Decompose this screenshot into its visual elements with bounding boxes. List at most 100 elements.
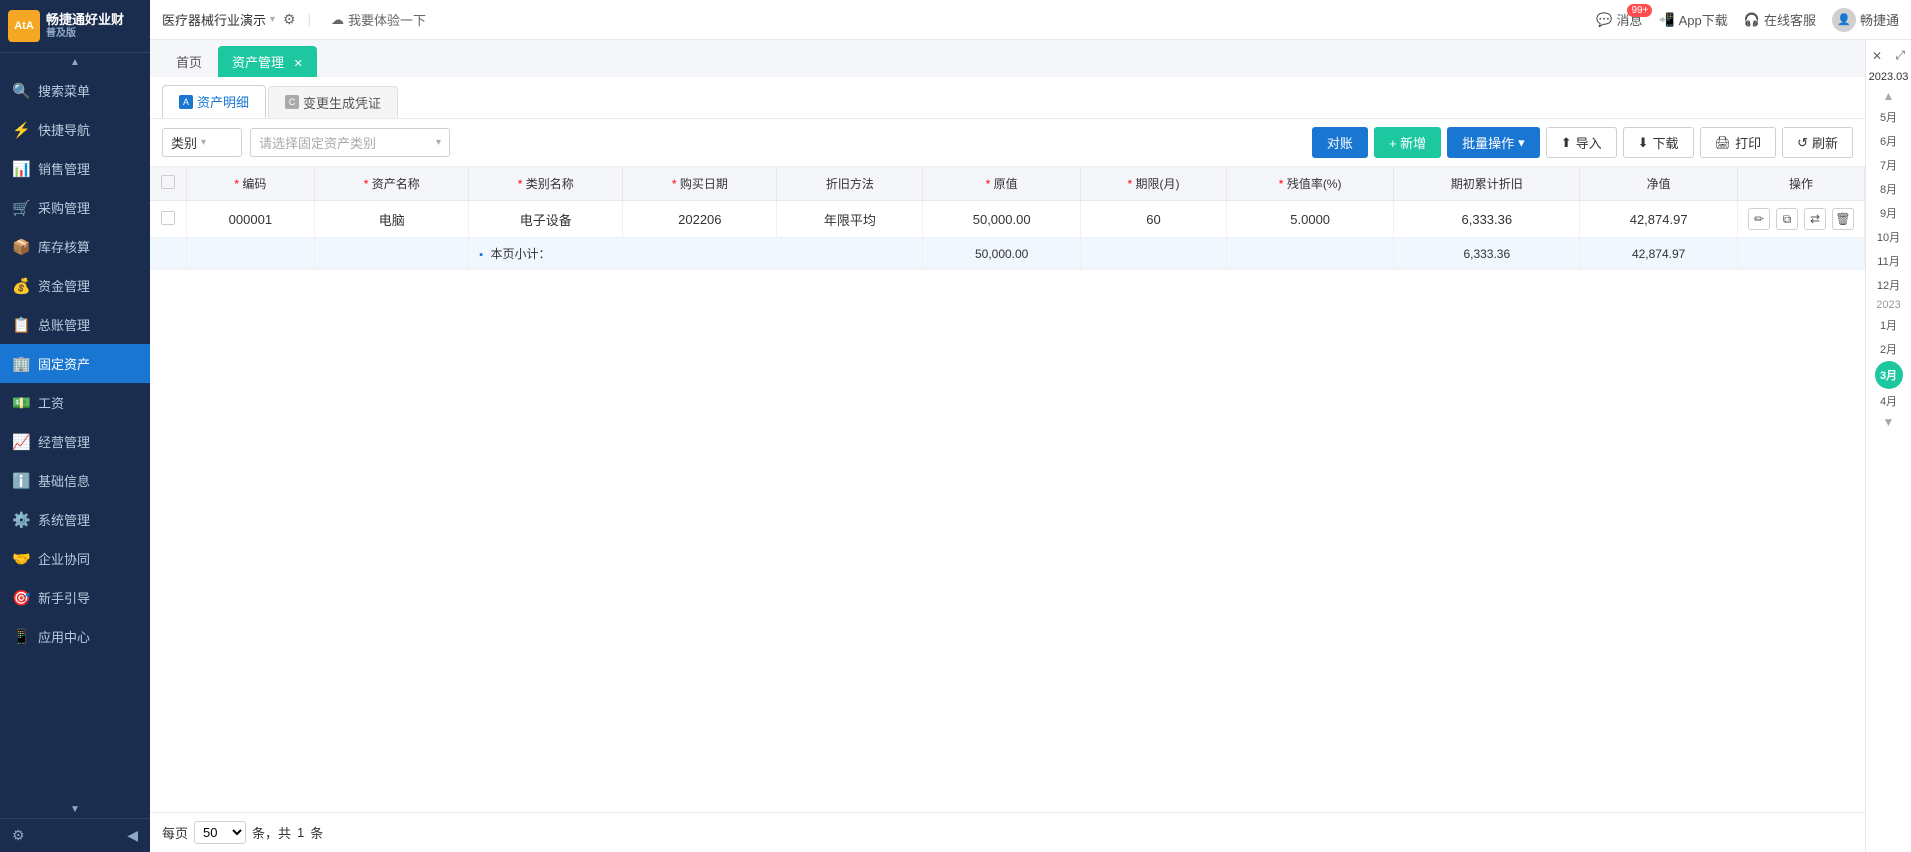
right-sidebar-expand-icon[interactable]: ⤢ xyxy=(1893,46,1907,65)
settings-icon[interactable]: ⚙ xyxy=(12,827,25,844)
sales-icon: 📊 xyxy=(12,160,30,178)
rs-month-10[interactable]: 10月 xyxy=(1866,225,1911,249)
right-sidebar-scroll-up[interactable]: ▲ xyxy=(1881,87,1897,105)
row-ops: ✏ ⧉ ⇄ 🗑 xyxy=(1738,201,1865,238)
row-select-checkbox[interactable] xyxy=(161,211,175,225)
col-original-value: 原值 xyxy=(923,167,1081,201)
rs-month-7[interactable]: 7月 xyxy=(1866,153,1911,177)
transfer-icon[interactable]: ⇄ xyxy=(1804,208,1826,230)
sub-tab-change-voucher[interactable]: C 变更生成凭证 xyxy=(268,86,398,118)
inventory-icon: 📦 xyxy=(12,238,30,256)
batch-arrow-icon: ▾ xyxy=(1518,135,1525,151)
rs-month-11[interactable]: 11月 xyxy=(1866,249,1911,273)
row-category: 电子设备 xyxy=(469,201,623,238)
sidebar-item-basic-info[interactable]: ℹ️ 基础信息 xyxy=(0,461,150,500)
rs-month-6[interactable]: 6月 xyxy=(1866,129,1911,153)
import-button[interactable]: ⬆ 导入 xyxy=(1546,127,1617,158)
subtotal-accumulated: 6,333.36 xyxy=(1394,238,1580,270)
rs-month-5[interactable]: 5月 xyxy=(1866,105,1911,129)
sidebar-nav: 🔍 搜索菜单 ⚡ 快捷导航 📊 销售管理 🛒 采购管理 📦 库存核算 💰 资金管… xyxy=(0,71,150,800)
topbar-gear-icon[interactable]: ⚙ xyxy=(283,11,296,28)
copy-icon[interactable]: ⧉ xyxy=(1776,208,1798,230)
sidebar-item-app-center[interactable]: 📱 应用中心 xyxy=(0,617,150,656)
logo-icon: AtA xyxy=(8,10,40,42)
rs-month-2[interactable]: 2月 xyxy=(1866,337,1911,361)
col-purchase-date: 购买日期 xyxy=(623,167,777,201)
new-button[interactable]: + 新增 xyxy=(1374,127,1441,158)
row-accumulated-depreciation: 6,333.36 xyxy=(1394,201,1580,238)
delete-icon[interactable]: 🗑 xyxy=(1832,208,1854,230)
sidebar-item-system[interactable]: ⚙️ 系统管理 xyxy=(0,500,150,539)
rs-month-3-active[interactable]: 3月 xyxy=(1875,361,1903,389)
company-selector[interactable]: 医疗器械行业演示 ▾ xyxy=(162,10,275,29)
message-button[interactable]: 💬 消息 99+ xyxy=(1596,10,1642,29)
select-all-checkbox[interactable] xyxy=(161,175,175,189)
sidebar-item-ledger[interactable]: 📋 总账管理 xyxy=(0,305,150,344)
tab-asset-management[interactable]: 资产管理 ✕ xyxy=(218,46,317,77)
right-sidebar-year: 2023.03 xyxy=(1867,67,1911,87)
sidebar-item-inventory[interactable]: 📦 库存核算 xyxy=(0,227,150,266)
rs-month-8[interactable]: 8月 xyxy=(1866,177,1911,201)
main-area: 医疗器械行业演示 ▾ ⚙ | ☁ 我要体验一下 💬 消息 99+ 📲 App下载… xyxy=(150,0,1911,852)
refresh-button[interactable]: ↺ 刷新 xyxy=(1782,127,1853,158)
enterprise-icon: 🤝 xyxy=(12,550,30,568)
col-residual-rate: 残值率(%) xyxy=(1226,167,1393,201)
row-code: 000001 xyxy=(186,201,315,238)
sidebar-item-search-menu[interactable]: 🔍 搜索菜单 xyxy=(0,71,150,110)
sidebar-item-fund[interactable]: 💰 资金管理 xyxy=(0,266,150,305)
right-sidebar-close-icon[interactable]: ✕ xyxy=(1870,47,1884,65)
print-icon: 🖨 xyxy=(1715,135,1732,151)
service-button[interactable]: 🎧 在线客服 xyxy=(1744,10,1816,29)
tab-close-icon[interactable]: ✕ xyxy=(294,58,303,70)
row-purchase-date: 202206 xyxy=(623,201,777,238)
col-operations: 操作 xyxy=(1738,167,1865,201)
sidebar-item-sales[interactable]: 📊 销售管理 xyxy=(0,149,150,188)
refresh-icon: ↺ xyxy=(1797,135,1808,151)
sidebar-item-enterprise[interactable]: 🤝 企业协同 xyxy=(0,539,150,578)
download-button[interactable]: ⬇ 下载 xyxy=(1623,127,1694,158)
search-icon: 🔍 xyxy=(12,82,30,100)
sidebar-item-newbie[interactable]: 🎯 新手引导 xyxy=(0,578,150,617)
sidebar-item-quick-nav[interactable]: ⚡ 快捷导航 xyxy=(0,110,150,149)
payroll-icon: 💵 xyxy=(12,394,30,412)
op-icons: ✏ ⧉ ⇄ 🗑 xyxy=(1748,208,1854,230)
sidebar-item-operations[interactable]: 📈 经营管理 xyxy=(0,422,150,461)
sidebar-item-purchase[interactable]: 🛒 采购管理 xyxy=(0,188,150,227)
inner-page: A 资产明细 C 变更生成凭证 类别 ▾ xyxy=(150,77,1865,852)
filter-row: 类别 ▾ 请选择固定资产类别 ▾ xyxy=(162,128,450,157)
collapse-icon[interactable]: ◀ xyxy=(127,827,138,844)
sidebar-scroll-down[interactable]: ▼ xyxy=(0,800,150,818)
sidebar-item-payroll[interactable]: 💵 工资 xyxy=(0,383,150,422)
row-depreciation-method: 年限平均 xyxy=(777,201,923,238)
rs-month-12[interactable]: 12月 xyxy=(1866,273,1911,297)
print-button[interactable]: 🖨 打印 xyxy=(1700,127,1777,158)
page-size-select[interactable]: 50 100 200 xyxy=(194,821,246,844)
sub-tab-asset-detail[interactable]: A 资产明细 xyxy=(162,85,266,118)
tab-home[interactable]: 首页 xyxy=(162,46,216,77)
row-original-value: 50,000.00 xyxy=(923,201,1081,238)
rs-month-4[interactable]: 4月 xyxy=(1866,389,1911,413)
change-voucher-tab-icon: C xyxy=(285,95,299,109)
asset-table: 编码 资产名称 类别名称 购买日期 折旧方法 原值 期限(月) 残值率(%) 期… xyxy=(150,167,1865,270)
user-profile[interactable]: 👤 畅捷通 xyxy=(1832,8,1899,32)
rs-year-2023: 2023 xyxy=(1866,297,1911,313)
edit-icon[interactable]: ✏ xyxy=(1748,208,1770,230)
page-content: 首页 资产管理 ✕ A 资产明细 C 变更生成凭证 xyxy=(150,40,1865,852)
rs-month-1[interactable]: 1月 xyxy=(1866,313,1911,337)
batch-button[interactable]: 批量操作 ▾ xyxy=(1447,127,1540,158)
app-download-button[interactable]: 📲 App下载 xyxy=(1658,10,1727,29)
experience-button[interactable]: ☁ 我要体验一下 xyxy=(331,10,426,29)
col-period: 期限(月) xyxy=(1080,167,1226,201)
toolbar: 类别 ▾ 请选择固定资产类别 ▾ 对账 + 新增 xyxy=(150,119,1865,167)
row-net-value: 42,874.97 xyxy=(1580,201,1738,238)
reconcile-button[interactable]: 对账 xyxy=(1312,127,1368,158)
purchase-icon: 🛒 xyxy=(12,199,30,217)
rs-month-9[interactable]: 9月 xyxy=(1866,201,1911,225)
import-icon: ⬆ xyxy=(1561,135,1572,151)
sidebar-item-fixed-assets[interactable]: 🏢 固定资产 xyxy=(0,344,150,383)
category-filter-select[interactable]: 类别 ▾ xyxy=(162,128,242,157)
category-input[interactable]: 请选择固定资产类别 ▾ xyxy=(250,128,450,157)
col-category: 类别名称 xyxy=(469,167,623,201)
sidebar-scroll-up[interactable]: ▲ xyxy=(0,53,150,71)
right-sidebar-scroll-down[interactable]: ▼ xyxy=(1881,413,1897,431)
